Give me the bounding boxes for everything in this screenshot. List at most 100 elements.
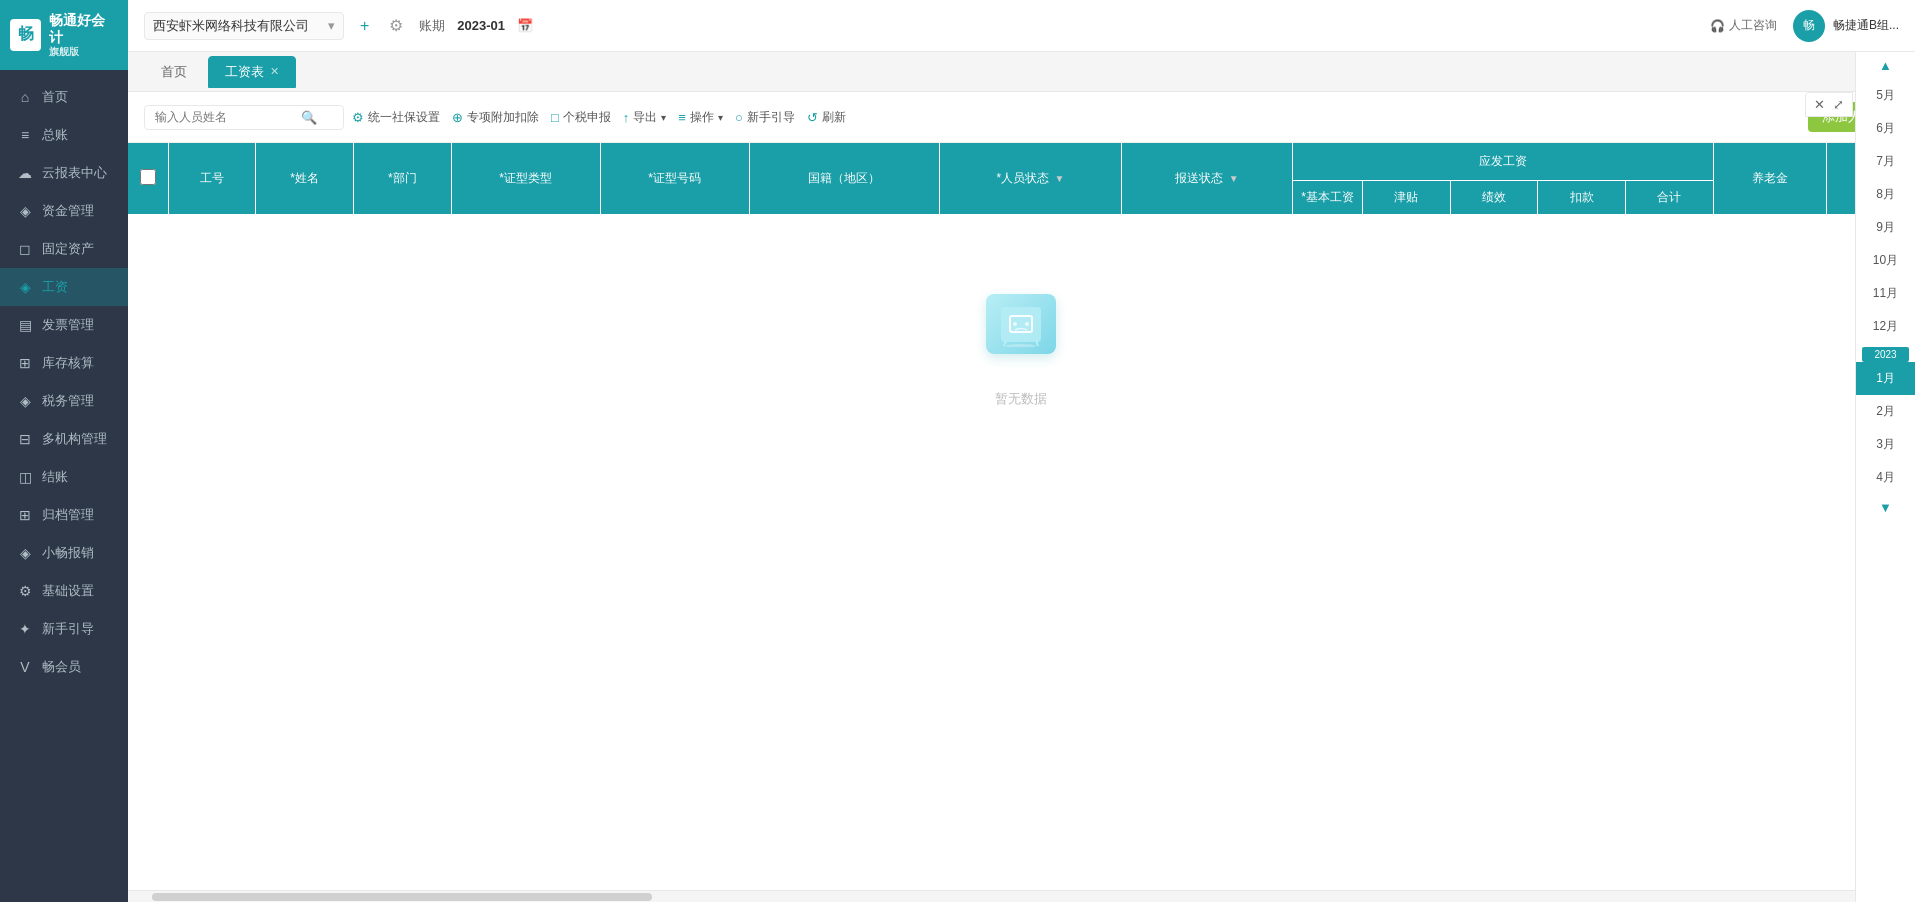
sidebar-item-ledger[interactable]: ≡ 总账	[0, 116, 128, 154]
search-box[interactable]: 🔍	[144, 105, 344, 130]
operate-button[interactable]: ≡ 操作 ▾	[678, 109, 723, 126]
sidebar-item-close[interactable]: ◫ 结账	[0, 458, 128, 496]
sidebar-item-multi-org[interactable]: ⊟ 多机构管理	[0, 420, 128, 458]
month-item-4[interactable]: 4月	[1856, 461, 1915, 494]
salary-table: 工号 *姓名 *部门 *证型类型 *证型号码 国籍（地区）	[128, 143, 1915, 488]
company-selector[interactable]: 西安虾米网络科技有限公司 ▾	[144, 12, 344, 40]
search-input[interactable]	[155, 110, 295, 124]
sidebar-item-label: 税务管理	[42, 392, 94, 410]
sidebar-item-inventory[interactable]: ⊞ 库存核算	[0, 344, 128, 382]
month-item-12[interactable]: 12月	[1856, 310, 1915, 343]
add-company-button[interactable]: +	[356, 13, 373, 39]
sidebar: 畅 畅通好会计 旗舰版 ⌂ 首页 ≡ 总账 ☁ 云报表中心 ◈ 资金管理 ◻ 固…	[0, 0, 128, 902]
user-area: 畅 畅捷通B组...	[1793, 10, 1899, 42]
sidebar-item-invoice[interactable]: ▤ 发票管理	[0, 306, 128, 344]
svg-rect-0	[1001, 307, 1041, 342]
month-item-3[interactable]: 3月	[1856, 428, 1915, 461]
col-id-no: *证型号码	[600, 143, 749, 214]
settings-button[interactable]: ⚙	[385, 12, 407, 39]
svg-point-3	[1025, 322, 1029, 326]
panel-controls: ✕ ⤢	[1805, 92, 1853, 117]
sidebar-item-label: 基础设置	[42, 582, 94, 600]
month-nav-down[interactable]: ▼	[1856, 494, 1915, 521]
tab-bar: 首页 工资表 ✕	[128, 52, 1915, 92]
tab-salary-label: 工资表	[225, 63, 264, 81]
status-filter-icon[interactable]: ▼	[1054, 173, 1064, 184]
guide-button[interactable]: ○ 新手引导	[735, 109, 795, 126]
logo-icon: 畅	[10, 19, 41, 51]
expense-icon: ◈	[16, 545, 34, 561]
sidebar-item-home[interactable]: ⌂ 首页	[0, 78, 128, 116]
report-filter-icon[interactable]: ▼	[1229, 173, 1239, 184]
tab-home[interactable]: 首页	[144, 56, 204, 88]
col-report-status[interactable]: 报送状态 ▼	[1121, 143, 1293, 214]
archive-icon: ⊞	[16, 507, 34, 523]
month-item-5[interactable]: 5月	[1856, 79, 1915, 112]
col-nationality: 国籍（地区）	[749, 143, 939, 214]
tab-salary[interactable]: 工资表 ✕	[208, 56, 296, 88]
month-item-6[interactable]: 6月	[1856, 112, 1915, 145]
col-checkbox[interactable]	[128, 143, 168, 214]
svg-point-4	[1006, 344, 1036, 347]
tax-icon: ◈	[16, 393, 34, 409]
sidebar-item-fixed-assets[interactable]: ◻ 固定资产	[0, 230, 128, 268]
sidebar-menu: ⌂ 首页 ≡ 总账 ☁ 云报表中心 ◈ 资金管理 ◻ 固定资产 ◈ 工资 ▤ 发…	[0, 70, 128, 902]
year-badge-text: 2023	[1862, 347, 1909, 362]
sidebar-item-member[interactable]: V 畅会员	[0, 648, 128, 686]
month-item-8[interactable]: 8月	[1856, 178, 1915, 211]
toolbar-actions: ⚙ 统一社保设置 ⊕ 专项附加扣除 □ 个税申报 ↑ 导出 ▾ ≡ 操作 ▾	[352, 109, 846, 126]
col-allowance: 津贴	[1363, 181, 1451, 215]
empty-icon	[981, 294, 1061, 374]
horizontal-scrollbar[interactable]	[128, 890, 1915, 902]
social-security-button[interactable]: ⚙ 统一社保设置	[352, 109, 440, 126]
select-all-checkbox[interactable]	[140, 169, 156, 185]
search-icon: 🔍	[301, 110, 317, 125]
header: 西安虾米网络科技有限公司 ▾ + ⚙ 账期 2023-01 📅 🎧 人工咨询 畅…	[128, 0, 1915, 52]
panel-expand-button[interactable]: ⤢	[1833, 97, 1844, 112]
panel-close-button[interactable]: ✕	[1814, 97, 1825, 112]
sidebar-item-guide[interactable]: ✦ 新手引导	[0, 610, 128, 648]
sidebar-item-fund[interactable]: ◈ 资金管理	[0, 192, 128, 230]
month-item-7[interactable]: 7月	[1856, 145, 1915, 178]
scroll-thumb[interactable]	[152, 893, 652, 901]
tab-close-icon[interactable]: ✕	[270, 65, 279, 78]
empty-icon-box	[986, 294, 1056, 354]
tab-home-label: 首页	[161, 63, 187, 81]
sidebar-item-label: 畅会员	[42, 658, 81, 676]
month-item-11[interactable]: 11月	[1856, 277, 1915, 310]
export-dropdown-icon: ▾	[661, 112, 666, 123]
table-container: 工号 *姓名 *部门 *证型类型 *证型号码 国籍（地区）	[128, 143, 1915, 890]
special-deduction-label: 专项附加扣除	[467, 109, 539, 126]
personal-tax-button[interactable]: □ 个税申报	[551, 109, 611, 126]
col-id: 工号	[168, 143, 256, 214]
month-item-9[interactable]: 9月	[1856, 211, 1915, 244]
sidebar-item-cloud-report[interactable]: ☁ 云报表中心	[0, 154, 128, 192]
sidebar-item-label: 归档管理	[42, 506, 94, 524]
sidebar-item-salary[interactable]: ◈ 工资	[0, 268, 128, 306]
sidebar-item-label: 工资	[42, 278, 68, 296]
col-pension: 养老金	[1713, 143, 1826, 214]
month-item-2[interactable]: 2月	[1856, 395, 1915, 428]
month-nav-up[interactable]: ▲	[1856, 52, 1915, 79]
support-label: 人工咨询	[1729, 17, 1777, 34]
col-status[interactable]: *人员状态 ▼	[940, 143, 1122, 214]
sidebar-item-tax[interactable]: ◈ 税务管理	[0, 382, 128, 420]
support-button[interactable]: 🎧 人工咨询	[1710, 17, 1777, 34]
calendar-icon[interactable]: 📅	[517, 18, 533, 33]
export-label: 导出	[633, 109, 657, 126]
month-item-1-active[interactable]: 1月	[1856, 362, 1915, 395]
export-button[interactable]: ↑ 导出 ▾	[623, 109, 667, 126]
assets-icon: ◻	[16, 241, 34, 257]
month-item-10[interactable]: 10月	[1856, 244, 1915, 277]
sidebar-item-archive[interactable]: ⊞ 归档管理	[0, 496, 128, 534]
col-group-salary: 应发工资	[1293, 143, 1713, 181]
cloud-icon: ☁	[16, 165, 34, 181]
refresh-button[interactable]: ↺ 刷新	[807, 109, 846, 126]
sidebar-item-label: 多机构管理	[42, 430, 107, 448]
member-icon: V	[16, 659, 34, 675]
sidebar-item-expense[interactable]: ◈ 小畅报销	[0, 534, 128, 572]
special-deduction-button[interactable]: ⊕ 专项附加扣除	[452, 109, 539, 126]
app-title: 畅通好会计	[49, 12, 118, 46]
sidebar-item-settings[interactable]: ⚙ 基础设置	[0, 572, 128, 610]
sidebar-item-label: 发票管理	[42, 316, 94, 334]
